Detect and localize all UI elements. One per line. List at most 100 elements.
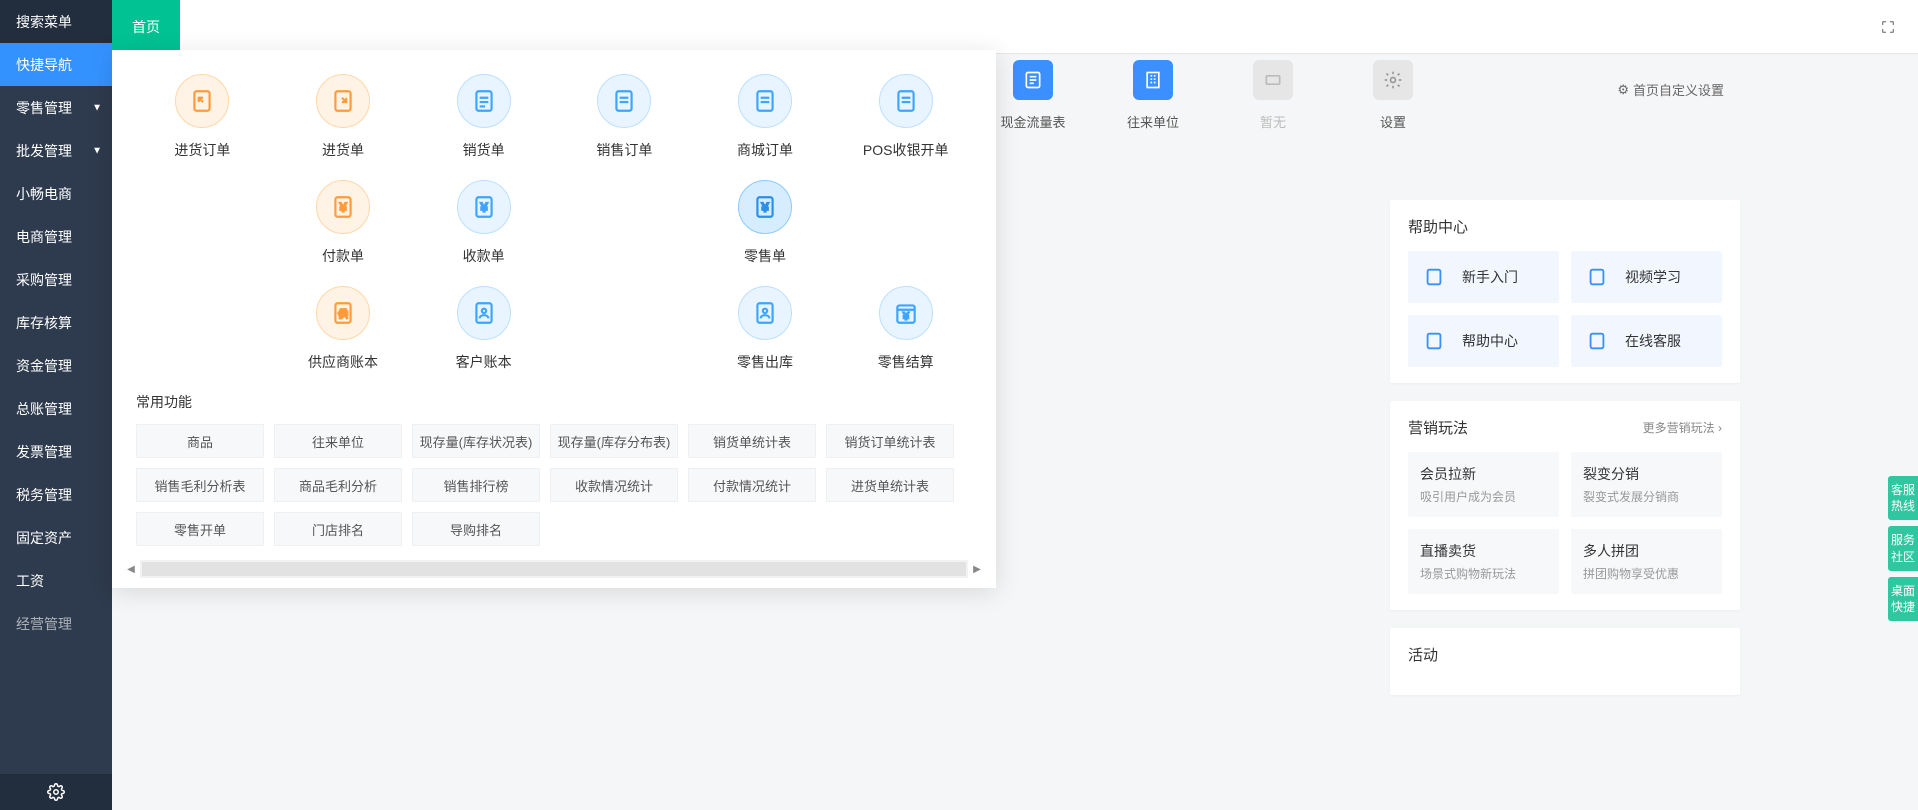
sidebar-ecom1[interactable]: 小畅电商 xyxy=(0,172,112,215)
sidebar-ecom2[interactable]: 电商管理 xyxy=(0,215,112,258)
sidebar-salary[interactable]: 工资 xyxy=(0,559,112,602)
sidebar-invoice[interactable]: 发票管理 xyxy=(0,430,112,473)
help-label: 在线客服 xyxy=(1625,331,1681,351)
sidebar-tax[interactable]: 税务管理 xyxy=(0,473,112,516)
marketing-item[interactable]: 裂变分销裂变式发展分销商 xyxy=(1571,452,1722,517)
flow-label: 付款单 xyxy=(322,246,364,266)
common-fn-button[interactable]: 收款情况统计 xyxy=(550,468,678,502)
sidebar-item-label: 税务管理 xyxy=(16,485,72,505)
support-icon xyxy=(1583,327,1611,355)
flow-label: 销货单 xyxy=(463,140,505,160)
flow-label: 客户账本 xyxy=(456,352,512,372)
sidebar-quick-nav[interactable]: 快捷导航 xyxy=(0,43,112,86)
flow-retail-bill[interactable]: ¥ xyxy=(738,180,792,234)
common-fn-button[interactable]: 现存量(库存状况表) xyxy=(412,424,540,458)
cashflow-icon xyxy=(1013,60,1053,100)
help-center-card: 帮助中心 新手入门视频学习帮助中心在线客服 xyxy=(1390,200,1740,383)
flow-retail-out[interactable] xyxy=(738,286,792,340)
marketing-item[interactable]: 会员拉新吸引用户成为会员 xyxy=(1408,452,1559,517)
flow-row: 进货订单 进货单 销货单 销售订单 商城订单 POS收银开单 xyxy=(132,74,976,160)
common-fn-button[interactable]: 销售排行榜 xyxy=(412,468,540,502)
common-fn-button[interactable]: 往来单位 xyxy=(274,424,402,458)
horizontal-scrollbar[interactable]: ◀ ▶ xyxy=(122,560,986,578)
common-fn-button[interactable]: 零售开单 xyxy=(136,512,264,546)
card-title: 营销玩法 xyxy=(1408,417,1468,438)
quick-row: 现金流量表 往来单位 暂无 设置 xyxy=(996,60,1430,131)
sidebar-settings[interactable] xyxy=(0,774,112,810)
quick-nav-flyout: 进货订单 进货单 销货单 销售订单 商城订单 POS收银开单 ¥付款单 ¥收款单… xyxy=(112,50,996,588)
flow-pos-order[interactable] xyxy=(879,74,933,128)
sidebar-item-label: 快捷导航 xyxy=(16,55,72,75)
marketing-title: 裂变分销 xyxy=(1583,464,1710,484)
flow-label: 供应商账本 xyxy=(308,352,378,372)
sidebar-item-label: 批发管理 xyxy=(16,141,72,161)
quick-cashflow[interactable]: 现金流量表 xyxy=(996,60,1070,131)
flow-supplier-ledger[interactable]: 供 xyxy=(316,286,370,340)
common-fn-button[interactable]: 导购排名 xyxy=(412,512,540,546)
float-pills: 客服 热线 服务 社区 桌面 快捷 xyxy=(1888,476,1918,621)
common-fn-button[interactable]: 销货订单统计表 xyxy=(826,424,954,458)
common-fn-button[interactable]: 付款情况统计 xyxy=(688,468,816,502)
pill-hotline[interactable]: 客服 热线 xyxy=(1888,476,1918,520)
scroll-right-button[interactable]: ▶ xyxy=(968,560,986,578)
right-column: 帮助中心 新手入门视频学习帮助中心在线客服 营销玩法 更多营销玩法 › 会员拉新… xyxy=(1390,60,1740,713)
help-item[interactable]: 新手入门 xyxy=(1408,251,1559,303)
flow-row: ¥付款单 ¥收款单 ¥零售单 xyxy=(132,180,976,266)
sidebar-purchase[interactable]: 采购管理 xyxy=(0,258,112,301)
sidebar-ledger[interactable]: 总账管理 xyxy=(0,387,112,430)
sidebar-ops[interactable]: 经营管理 xyxy=(0,602,112,645)
tab-home[interactable]: 首页 xyxy=(112,0,180,54)
marketing-item[interactable]: 直播卖货场景式购物新玩法 xyxy=(1408,529,1559,594)
quick-contacts[interactable]: 往来单位 xyxy=(1116,60,1190,131)
flow-row: 供供应商账本 客户账本 零售出库 ¥零售结算 xyxy=(132,286,976,372)
sidebar-funds[interactable]: 资金管理 xyxy=(0,344,112,387)
flow-payment[interactable]: ¥ xyxy=(316,180,370,234)
flow-label: POS收银开单 xyxy=(863,140,949,160)
flow-sales-bill[interactable] xyxy=(457,74,511,128)
tabs-bar: 首页 xyxy=(112,0,1918,54)
quick-empty[interactable]: 暂无 xyxy=(1236,60,1310,131)
common-fn-button[interactable]: 商品毛利分析 xyxy=(274,468,402,502)
marketing-sub: 场景式购物新玩法 xyxy=(1420,565,1547,582)
common-fn-button[interactable]: 销货单统计表 xyxy=(688,424,816,458)
scroll-track[interactable] xyxy=(142,562,966,576)
pill-community[interactable]: 服务 社区 xyxy=(1888,526,1918,570)
flow-retail-settle[interactable]: ¥ xyxy=(879,286,933,340)
common-fn-button[interactable]: 销售毛利分析表 xyxy=(136,468,264,502)
common-fn-button[interactable]: 商品 xyxy=(136,424,264,458)
sidebar-wholesale[interactable]: 批发管理 ▼ xyxy=(0,129,112,172)
tab-label: 首页 xyxy=(132,17,160,37)
marketing-item[interactable]: 多人拼团拼团购物享受优惠 xyxy=(1571,529,1722,594)
flow-sales-order[interactable] xyxy=(597,74,651,128)
common-title: 常用功能 xyxy=(136,392,972,412)
scroll-left-button[interactable]: ◀ xyxy=(122,560,140,578)
gear-icon xyxy=(47,783,65,801)
help-item[interactable]: 在线客服 xyxy=(1571,315,1722,367)
flow-label: 进货订单 xyxy=(174,140,230,160)
sidebar-item-label: 采购管理 xyxy=(16,270,72,290)
pill-desktop[interactable]: 桌面 快捷 xyxy=(1888,577,1918,621)
flow-customer-ledger[interactable] xyxy=(457,286,511,340)
flow-label: 商城订单 xyxy=(737,140,793,160)
svg-text:¥: ¥ xyxy=(761,200,769,214)
common-fn-button[interactable]: 门店排名 xyxy=(274,512,402,546)
common-fn-button[interactable]: 进货单统计表 xyxy=(826,468,954,502)
sidebar-retail[interactable]: 零售管理▼ xyxy=(0,86,112,129)
flow-purchase-order[interactable] xyxy=(175,74,229,128)
marketing-title: 直播卖货 xyxy=(1420,541,1547,561)
help-item[interactable]: 视频学习 xyxy=(1571,251,1722,303)
building-icon xyxy=(1133,60,1173,100)
flow-mall-order[interactable] xyxy=(738,74,792,128)
flow-receipt[interactable]: ¥ xyxy=(457,180,511,234)
common-fn-button[interactable]: 现存量(库存分布表) xyxy=(550,424,678,458)
file-icon xyxy=(1420,327,1448,355)
sidebar-search[interactable]: 搜索菜单 xyxy=(0,0,112,43)
help-item[interactable]: 帮助中心 xyxy=(1408,315,1559,367)
flow-purchase-bill[interactable] xyxy=(316,74,370,128)
sidebar-assets[interactable]: 固定资产 xyxy=(0,516,112,559)
marketing-sub: 裂变式发展分销商 xyxy=(1583,488,1710,505)
sidebar-inventory[interactable]: 库存核算 xyxy=(0,301,112,344)
marketing-more-link[interactable]: 更多营销玩法 › xyxy=(1643,419,1722,436)
chevron-down-icon: ▼ xyxy=(92,145,102,156)
fullscreen-button[interactable] xyxy=(1874,13,1902,41)
